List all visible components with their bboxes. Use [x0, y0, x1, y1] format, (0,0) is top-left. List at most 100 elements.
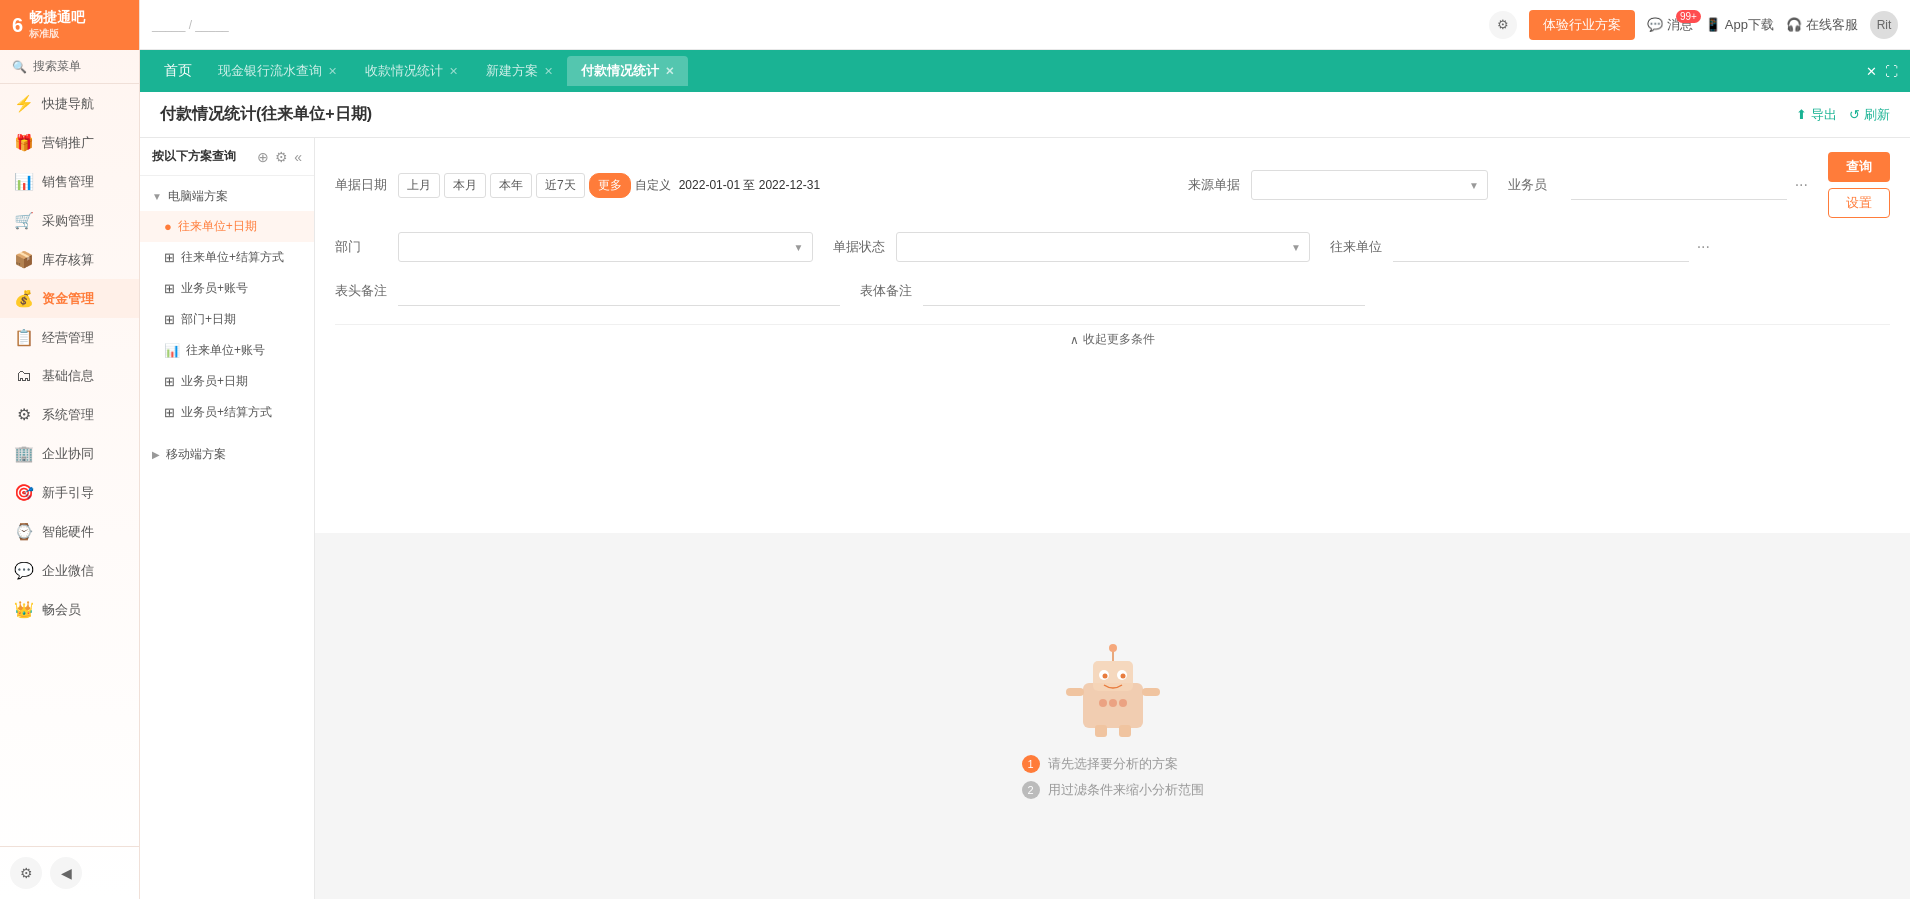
receipt-tab-close[interactable]: ✕ — [449, 65, 458, 78]
svg-point-5 — [1120, 673, 1125, 678]
scheme-item-salesman-settlement[interactable]: ⊞ 业务员+结算方式 — [140, 397, 314, 428]
collapse-conditions-btn[interactable]: ∧ 收起更多条件 — [335, 324, 1890, 354]
filter-area: 单据日期 上月 本月 本年 近7天 更多 自定义 2022-01-01 至 20… — [315, 138, 1910, 533]
sidebar-settings-btn[interactable]: ⚙ — [10, 857, 42, 889]
sidebar-collapse-btn[interactable]: ◀ — [50, 857, 82, 889]
sidebar: 6 畅捷通吧 标准版 🔍 搜索菜单 ⚡ 快捷导航 🎁 营销推广 📊 销售管理 🛒… — [0, 0, 140, 899]
svg-point-12 — [1119, 699, 1127, 707]
notification-btn[interactable]: 💬 消息 99+ — [1647, 16, 1693, 34]
basic-icon: 🗂 — [14, 367, 34, 385]
salesman-dots[interactable]: ··· — [1795, 176, 1808, 194]
sidebar-item-quick-nav[interactable]: ⚡ 快捷导航 — [0, 84, 139, 123]
new-scheme-tab-close[interactable]: ✕ — [544, 65, 553, 78]
doc-status-select[interactable]: ▼ — [896, 232, 1311, 262]
query-btn[interactable]: 查询 — [1828, 152, 1890, 182]
date-btn-last-month[interactable]: 上月 — [398, 173, 440, 198]
svg-rect-14 — [1119, 725, 1131, 737]
source-select[interactable]: ▼ — [1251, 170, 1488, 200]
scheme-item-counterpart-date[interactable]: ● 往来单位+日期 — [140, 211, 314, 242]
body-note-input[interactable] — [923, 276, 1365, 306]
sidebar-item-operation[interactable]: 📋 经营管理 — [0, 318, 139, 357]
scheme-item-salesman-account[interactable]: ⊞ 业务员+账号 — [140, 273, 314, 304]
dept-filter-field: 部门 ▼ — [335, 232, 813, 262]
sidebar-item-member[interactable]: 👑 畅会员 — [0, 590, 139, 629]
scheme-item-label: 业务员+账号 — [181, 280, 248, 297]
counterpart-dots[interactable]: ··· — [1697, 238, 1710, 256]
inventory-icon: 📦 — [14, 250, 34, 269]
sidebar-item-weixin[interactable]: 💬 企业微信 — [0, 551, 139, 590]
scheme-collapse-icon[interactable]: « — [294, 149, 302, 165]
payment-stat-tab-close[interactable]: ✕ — [665, 65, 674, 78]
trial-btn[interactable]: 体验行业方案 — [1529, 10, 1635, 40]
online-service-btn[interactable]: 🎧 在线客服 — [1786, 16, 1858, 34]
scheme-icon: ⊞ — [164, 250, 175, 265]
scheme-item-label: 往来单位+结算方式 — [181, 249, 284, 266]
sidebar-item-purchase[interactable]: 🛒 采购管理 — [0, 201, 139, 240]
tab-new-scheme[interactable]: 新建方案 ✕ — [472, 56, 567, 86]
sidebar-item-marketing[interactable]: 🎁 营销推广 — [0, 123, 139, 162]
tip-num-2: 2 — [1022, 781, 1040, 799]
salesman-label: 业务员 — [1508, 176, 1563, 194]
scheme-item-salesman-date[interactable]: ⊞ 业务员+日期 — [140, 366, 314, 397]
close-all-icon[interactable]: ✕ — [1866, 64, 1877, 79]
scheme-item-dept-date[interactable]: ⊞ 部门+日期 — [140, 304, 314, 335]
sidebar-item-sales[interactable]: 📊 销售管理 — [0, 162, 139, 201]
export-btn[interactable]: ⬆ 导出 — [1796, 106, 1837, 124]
body-note-filter-field: 表体备注 — [860, 276, 1365, 306]
svg-point-7 — [1109, 644, 1117, 652]
refresh-btn[interactable]: ↺ 刷新 — [1849, 106, 1890, 124]
sidebar-item-basic[interactable]: 🗂 基础信息 — [0, 357, 139, 395]
filter-row-3: 表头备注 表体备注 — [335, 276, 1890, 306]
page-title: 付款情况统计(往来单位+日期) — [160, 104, 372, 125]
new-scheme-tab-label: 新建方案 — [486, 62, 538, 80]
date-btn-more[interactable]: 更多 — [589, 173, 631, 198]
sidebar-item-label: 经营管理 — [42, 329, 94, 347]
active-scheme-icon: ● — [164, 219, 172, 234]
salesman-filter-field: 业务员 ··· — [1508, 170, 1808, 200]
scheme-header: 按以下方案查询 ⊕ ⚙ « — [140, 138, 314, 176]
sidebar-item-label: 资金管理 — [42, 290, 94, 308]
sidebar-item-label: 采购管理 — [42, 212, 94, 230]
tab-bank[interactable]: 现金银行流水查询 ✕ — [204, 56, 351, 86]
date-btn-7days[interactable]: 近7天 — [536, 173, 585, 198]
scheme-item-counterpart-account[interactable]: 📊 往来单位+账号 — [140, 335, 314, 366]
scheme-add-icon[interactable]: ⊕ — [257, 149, 269, 165]
home-tab-label: 首页 — [164, 62, 192, 80]
sidebar-bottom: ⚙ ◀ — [0, 846, 139, 899]
scheme-item-counterpart-settlement[interactable]: ⊞ 往来单位+结算方式 — [140, 242, 314, 273]
scheme-settings-icon[interactable]: ⚙ — [275, 149, 288, 165]
sidebar-item-system[interactable]: ⚙ 系统管理 — [0, 395, 139, 434]
tab-home[interactable]: 首页 — [152, 56, 204, 86]
header-note-input[interactable] — [398, 276, 840, 306]
sidebar-item-hardware[interactable]: ⌚ 智能硬件 — [0, 512, 139, 551]
user-avatar[interactable]: Rit — [1870, 11, 1898, 39]
date-btn-this-month[interactable]: 本月 — [444, 173, 486, 198]
bank-tab-close[interactable]: ✕ — [328, 65, 337, 78]
source-filter-field: 来源单据 ▼ — [1188, 170, 1488, 200]
main-area: _____ / _____ ⚙ 体验行业方案 💬 消息 99+ 📱 App下载 … — [140, 0, 1910, 899]
sidebar-item-finance[interactable]: 💰 资金管理 — [0, 279, 139, 318]
maximize-icon[interactable]: ⛶ — [1885, 64, 1898, 79]
topbar-settings-icon[interactable]: ⚙ — [1489, 11, 1517, 39]
date-btn-this-year[interactable]: 本年 — [490, 173, 532, 198]
guide-icon: 🎯 — [14, 483, 34, 502]
settings-btn[interactable]: 设置 — [1828, 188, 1890, 218]
sidebar-item-inventory[interactable]: 📦 库存核算 — [0, 240, 139, 279]
bank-tab-label: 现金银行流水查询 — [218, 62, 322, 80]
scheme-group-mobile-header[interactable]: ▶ 移动端方案 — [140, 440, 314, 469]
scheme-icon: ⊞ — [164, 281, 175, 296]
search-menu[interactable]: 🔍 搜索菜单 — [0, 50, 139, 84]
scheme-group-pc-header[interactable]: ▼ 电脑端方案 — [140, 182, 314, 211]
tab-payment-stat[interactable]: 付款情况统计 ✕ — [567, 56, 688, 86]
tab-receipt[interactable]: 收款情况统计 ✕ — [351, 56, 472, 86]
sidebar-item-enterprise[interactable]: 🏢 企业协同 — [0, 434, 139, 473]
tip-text-1: 请先选择要分析的方案 — [1048, 755, 1178, 773]
source-label: 来源单据 — [1188, 176, 1243, 194]
source-arrow-icon: ▼ — [1469, 180, 1479, 191]
app-download-btn[interactable]: 📱 App下载 — [1705, 16, 1774, 34]
date-custom-btn[interactable]: 自定义 — [635, 177, 671, 194]
dept-select[interactable]: ▼ — [398, 232, 813, 262]
topbar: _____ / _____ ⚙ 体验行业方案 💬 消息 99+ 📱 App下载 … — [140, 0, 1910, 50]
sales-icon: 📊 — [14, 172, 34, 191]
sidebar-item-guide[interactable]: 🎯 新手引导 — [0, 473, 139, 512]
